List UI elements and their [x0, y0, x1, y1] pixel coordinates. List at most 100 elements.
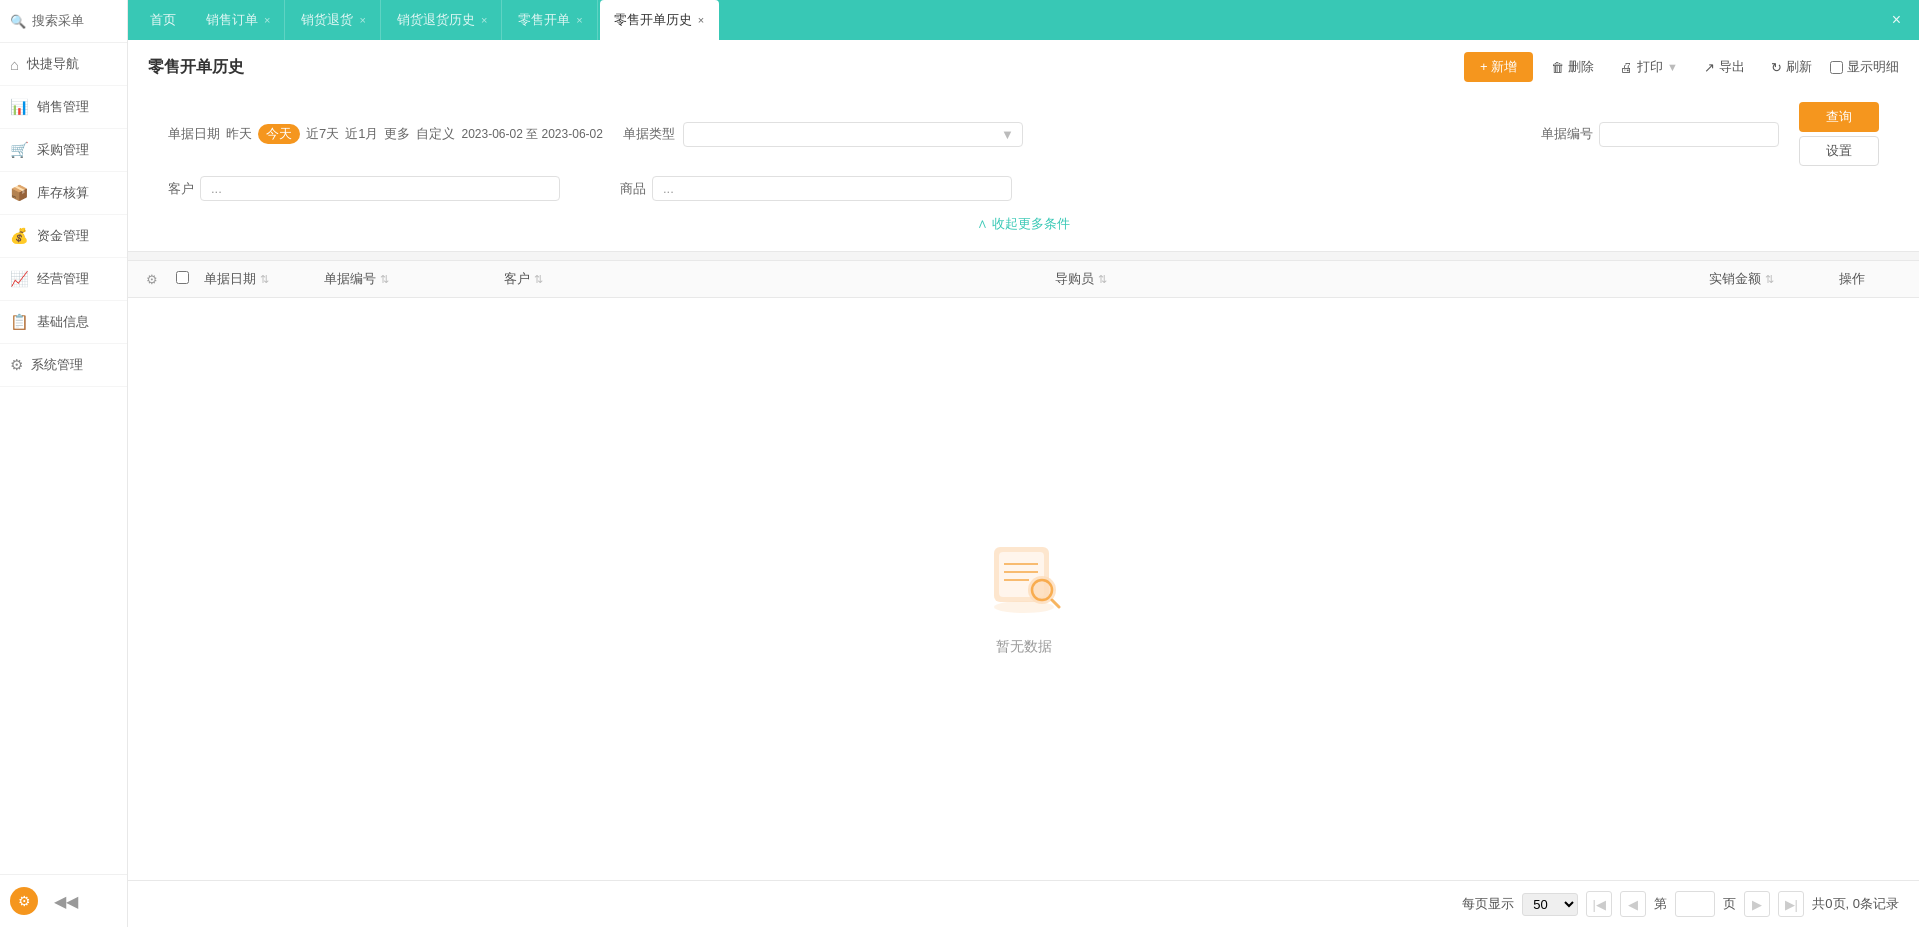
th-customer-label: 客户 — [504, 270, 530, 288]
th-action-label: 操作 — [1839, 270, 1865, 288]
empty-state: 暂无数据 — [128, 298, 1919, 880]
product-input[interactable]: ... — [652, 176, 1012, 201]
product-label: 商品 — [620, 180, 646, 198]
sidebar-item-finance[interactable]: 💰 资金管理 — [0, 215, 127, 258]
sidebar-item-label: 快捷导航 — [27, 55, 79, 73]
print-label: 打印 — [1637, 58, 1663, 76]
print-chevron-icon: ▼ — [1667, 61, 1678, 73]
next-page-button[interactable]: ▶ — [1744, 891, 1770, 917]
page-label-pre: 第 — [1654, 895, 1667, 913]
filter-area: 单据日期 昨天 今天 近7天 近1月 更多 自定义 2023-06-02 至 2… — [148, 92, 1899, 251]
add-button[interactable]: + 新增 — [1464, 52, 1533, 82]
refresh-label: 刷新 — [1786, 58, 1812, 76]
sidebar-collapse-button[interactable]: ◀◀ — [54, 892, 78, 911]
th-guide-label: 导购员 — [1055, 270, 1094, 288]
date-shortcut-1month[interactable]: 近1月 — [345, 125, 378, 143]
order-no-input[interactable] — [1599, 122, 1779, 147]
window-close-button[interactable]: × — [1892, 11, 1901, 29]
tab-home[interactable]: 首页 — [136, 0, 190, 40]
total-label: 共0页, 0条记录 — [1812, 895, 1899, 913]
collapse-label: ∧ 收起更多条件 — [977, 216, 1070, 231]
print-button[interactable]: 🖨 打印 ▼ — [1612, 54, 1686, 80]
purchase-mgmt-icon: 🛒 — [10, 141, 29, 159]
page-number-input[interactable]: 1 — [1675, 891, 1715, 917]
order-type-select[interactable]: ▼ — [683, 122, 1023, 147]
display-detail-label: 显示明细 — [1847, 58, 1899, 76]
tab-sales-return-close[interactable]: × — [359, 14, 365, 26]
settings-button[interactable]: 设置 — [1799, 136, 1879, 166]
tab-sales-return[interactable]: 销货退货 × — [287, 0, 380, 40]
sidebar-item-label: 系统管理 — [31, 356, 83, 374]
tab-sales-order-close[interactable]: × — [264, 14, 270, 26]
th-amount-sort-icon: ⇅ — [1765, 273, 1774, 286]
sidebar-item-label: 销售管理 — [37, 98, 89, 116]
th-guide[interactable]: 导购员 ⇅ — [1047, 270, 1167, 288]
first-page-button[interactable]: |◀ — [1586, 891, 1612, 917]
product-filter-group: 商品 ... — [620, 176, 1012, 201]
per-page-label: 每页显示 — [1462, 895, 1514, 913]
th-no[interactable]: 单据编号 ⇅ — [316, 270, 496, 288]
tab-retail-open-close[interactable]: × — [576, 14, 582, 26]
sidebar-item-basic-info[interactable]: 📋 基础信息 — [0, 301, 127, 344]
th-no-label: 单据编号 — [324, 270, 376, 288]
sidebar-item-sales-mgmt[interactable]: 📊 销售管理 — [0, 86, 127, 129]
tab-retail-open-label: 零售开单 — [518, 11, 570, 29]
sys-mgmt-icon: ⚙ — [10, 356, 23, 374]
th-amount[interactable]: 实销金额 ⇅ — [1701, 270, 1831, 288]
per-page-select[interactable]: 50 10 20 100 — [1522, 893, 1578, 916]
sidebar-item-label: 资金管理 — [37, 227, 89, 245]
table-header: ⚙ 单据日期 ⇅ 单据编号 ⇅ 客户 ⇅ 导购员 ⇅ — [128, 260, 1919, 298]
date-shortcut-yesterday[interactable]: 昨天 — [226, 125, 252, 143]
order-no-label: 单据编号 — [1541, 125, 1593, 143]
filter-actions: 查询 设置 — [1799, 102, 1879, 166]
prev-page-button[interactable]: ◀ — [1620, 891, 1646, 917]
refresh-button[interactable]: ↻ 刷新 — [1763, 54, 1820, 80]
date-shortcut-today[interactable]: 今天 — [258, 124, 300, 144]
date-shortcut-custom[interactable]: 自定义 — [416, 125, 455, 143]
query-button[interactable]: 查询 — [1799, 102, 1879, 132]
sales-mgmt-icon: 📊 — [10, 98, 29, 116]
display-detail-checkbox[interactable]: 显示明细 — [1830, 58, 1899, 76]
tab-sales-order[interactable]: 销售订单 × — [192, 0, 285, 40]
select-all-input[interactable] — [176, 271, 189, 284]
last-page-button[interactable]: ▶| — [1778, 891, 1804, 917]
operation-icon: 📈 — [10, 270, 29, 288]
th-customer-sort-icon: ⇅ — [534, 273, 543, 286]
empty-state-text: 暂无数据 — [996, 638, 1052, 656]
th-date[interactable]: 单据日期 ⇅ — [196, 270, 316, 288]
select-all-checkbox[interactable] — [168, 271, 196, 287]
delete-button[interactable]: 🗑 删除 — [1543, 54, 1602, 80]
sidebar-item-purchase-mgmt[interactable]: 🛒 采购管理 — [0, 129, 127, 172]
gear-button[interactable]: ⚙ — [10, 887, 38, 915]
topbar: 首页 销售订单 × 销货退货 × 销货退货历史 × 零售开单 × 零售开单历史 … — [128, 0, 1919, 40]
tab-retail-open-history[interactable]: 零售开单历史 × — [600, 0, 719, 40]
content-area: 零售开单历史 + 新增 🗑 删除 🖨 打印 ▼ ↗ 导出 — [128, 40, 1919, 927]
tab-sales-return-history-close[interactable]: × — [481, 14, 487, 26]
customer-input[interactable]: ... — [200, 176, 560, 201]
sidebar-item-quick-nav[interactable]: ⌂ 快捷导航 — [0, 43, 127, 86]
sidebar-item-operation[interactable]: 📈 经营管理 — [0, 258, 127, 301]
filter-row-2: 客户 ... 商品 ... — [168, 176, 1879, 201]
date-shortcut-more[interactable]: 更多 — [384, 125, 410, 143]
th-action: 操作 — [1831, 270, 1911, 288]
collapse-filter-row[interactable]: ∧ 收起更多条件 — [168, 211, 1879, 241]
sidebar-item-inventory[interactable]: 📦 库存核算 — [0, 172, 127, 215]
display-detail-input[interactable] — [1830, 61, 1843, 74]
sidebar-item-label: 采购管理 — [37, 141, 89, 159]
tab-retail-open-history-close[interactable]: × — [698, 14, 704, 26]
order-no-filter-group: 单据编号 — [1541, 122, 1779, 147]
sidebar-item-sys-mgmt[interactable]: ⚙ 系统管理 — [0, 344, 127, 387]
sidebar-search[interactable]: 🔍 搜索采单 — [0, 0, 127, 43]
sidebar-item-label: 库存核算 — [37, 184, 89, 202]
th-guide-sort-icon: ⇅ — [1098, 273, 1107, 286]
inventory-icon: 📦 — [10, 184, 29, 202]
th-customer[interactable]: 客户 ⇅ — [496, 270, 1047, 288]
date-shortcut-7days[interactable]: 近7天 — [306, 125, 339, 143]
export-button[interactable]: ↗ 导出 — [1696, 54, 1753, 80]
th-date-label: 单据日期 — [204, 270, 256, 288]
table-settings-icon[interactable]: ⚙ — [136, 272, 168, 287]
tab-retail-open-history-label: 零售开单历史 — [614, 11, 692, 29]
tab-retail-open[interactable]: 零售开单 × — [504, 0, 597, 40]
tab-sales-return-history[interactable]: 销货退货历史 × — [383, 0, 502, 40]
tab-home-label: 首页 — [150, 11, 176, 29]
